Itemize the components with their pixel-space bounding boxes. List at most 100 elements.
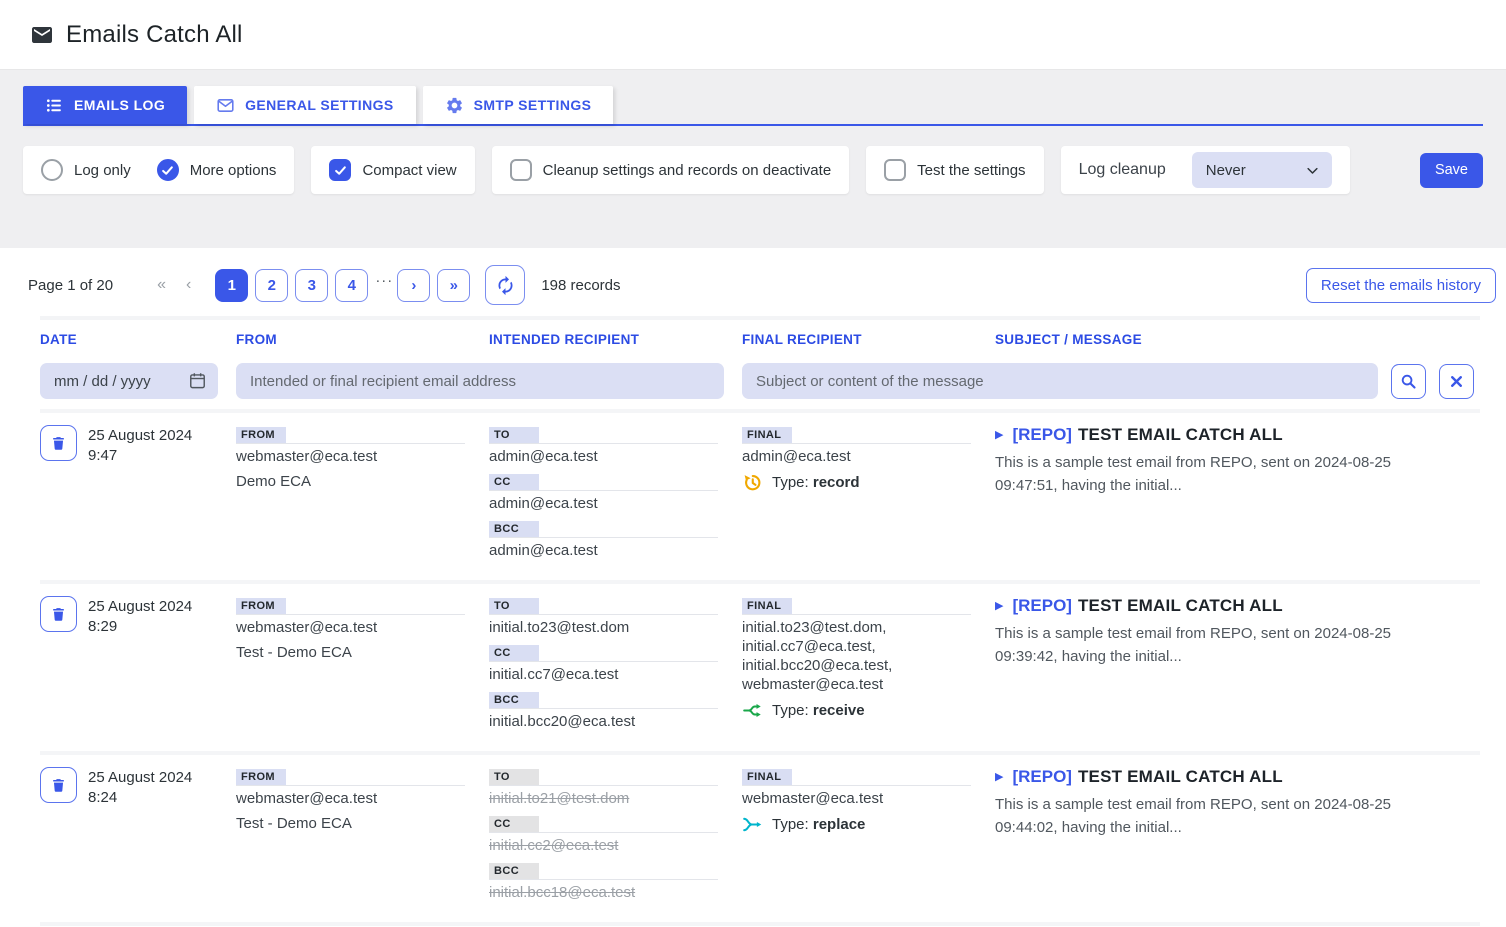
- date-filter-input[interactable]: [40, 363, 218, 399]
- compact-view-option[interactable]: Compact view: [329, 159, 457, 181]
- type-label: Type: replace: [772, 816, 866, 833]
- last-page-button[interactable]: »: [437, 268, 471, 302]
- message-excerpt: This is a sample test email from REPO, s…: [995, 796, 1392, 836]
- delete-row-button[interactable]: [40, 425, 77, 461]
- subject-filter-input[interactable]: [742, 363, 1378, 399]
- tab-smtp-settings[interactable]: SMTP SETTINGS: [422, 86, 614, 124]
- column-header-intended-recipient: INTENDED RECIPIENT: [489, 332, 640, 347]
- page-title: Emails Catch All: [66, 20, 243, 48]
- test-settings-option[interactable]: Test the settings: [884, 159, 1026, 181]
- from-email: webmaster@eca.test: [236, 448, 378, 465]
- subject-prefix: [REPO]: [1012, 596, 1072, 615]
- bcc-email: initial.bcc18@eca.test: [489, 884, 636, 901]
- cleanup-option[interactable]: Cleanup settings and records on deactiva…: [509, 159, 832, 181]
- app-header: Emails Catch All: [0, 0, 1506, 70]
- recipient-filter-input[interactable]: [236, 363, 724, 399]
- from-cell: FROM webmaster@eca.test Test - Demo ECA: [236, 767, 489, 908]
- final-recipient-cell: FINAL webmaster@eca.test Type: replace: [742, 767, 995, 908]
- table-header-row: DATE FROM INTENDED RECIPIENT FINAL RECIPIEN…: [40, 316, 1480, 363]
- log-only-radio[interactable]: [41, 159, 63, 181]
- log-cleanup-label: Log cleanup: [1078, 161, 1166, 178]
- cc-tag: CC: [489, 816, 539, 832]
- from-name: Test - Demo ECA: [236, 644, 352, 661]
- type-value: record: [812, 474, 860, 491]
- cc-tag: CC: [489, 645, 539, 661]
- final-tag: FINAL: [742, 769, 792, 785]
- intended-recipient-cell: TO initial.to21@test.dom CC initial.cc2@eca…: [489, 767, 742, 908]
- page-button-1[interactable]: 1: [215, 268, 249, 302]
- column-header-final-recipient: FINAL RECIPIENT: [742, 332, 862, 347]
- subject-line[interactable]: ▶ [REPO] TEST EMAIL CATCH ALL: [995, 425, 1456, 445]
- tab-emails-log[interactable]: EMAILS LOG: [23, 86, 188, 124]
- page-button-4[interactable]: 4: [335, 268, 369, 302]
- subject-line[interactable]: ▶ [REPO] TEST EMAIL CATCH ALL: [995, 596, 1456, 616]
- cc-email: initial.cc2@eca.test: [489, 837, 619, 854]
- final-email: webmaster@eca.test: [742, 790, 884, 807]
- tab-general-settings[interactable]: GENERAL SETTINGS: [194, 86, 416, 124]
- expand-triangle-icon[interactable]: ▶: [995, 599, 1003, 612]
- compact-view-checkbox[interactable]: [329, 159, 352, 181]
- cleanup-label: Cleanup settings and records on deactiva…: [542, 161, 832, 179]
- emails-table: DATE FROM INTENDED RECIPIENT FINAL RECIPIEN…: [0, 316, 1506, 927]
- merge-arrow-icon: [742, 814, 763, 835]
- expand-triangle-icon[interactable]: ▶: [995, 428, 1003, 441]
- final-email: initial.cc7@eca.test,: [742, 638, 876, 655]
- settings-toolbar: Log only More options Compact view Clean…: [23, 146, 1483, 194]
- chevron-down-icon: [1305, 163, 1320, 178]
- intended-recipient-cell: TO admin@eca.test CC admin@eca.test BCC admin…: [489, 425, 742, 566]
- final-email: initial.to23@test.dom,: [742, 619, 887, 636]
- bcc-tag: BCC: [489, 863, 539, 879]
- next-page-button[interactable]: ›: [397, 268, 431, 302]
- final-recipient-cell: FINAL initial.to23@test.dom, initial.cc7@e…: [742, 596, 995, 737]
- final-email: initial.bcc20@eca.test,: [742, 657, 893, 674]
- reset-history-button[interactable]: Reset the emails history: [1305, 267, 1496, 303]
- pagination-bar: Page 1 of 20 « ‹ 1234 ··· › » 198 record…: [0, 262, 1506, 308]
- from-tag: FROM: [236, 598, 286, 614]
- to-tag: TO: [489, 427, 539, 443]
- bcc-email: admin@eca.test: [489, 542, 598, 559]
- to-email: initial.to23@test.dom: [489, 619, 630, 636]
- page-buttons: 1234: [215, 268, 375, 302]
- log-only-label: Log only: [74, 161, 131, 179]
- more-options-option[interactable]: More options: [156, 159, 276, 181]
- subject-line[interactable]: ▶ [REPO] TEST EMAIL CATCH ALL: [995, 767, 1456, 787]
- column-header-from: FROM: [236, 332, 277, 347]
- more-options-radio[interactable]: [156, 159, 179, 181]
- cleanup-checkbox[interactable]: [509, 159, 532, 181]
- from-tag: FROM: [236, 769, 286, 785]
- email-rows: 25 August 2024 9:47 FROM webmaster@eca.test…: [40, 409, 1480, 927]
- tab-bar: EMAILS LOG GENERAL SETTINGS SMTP SETTINGS: [23, 86, 1483, 126]
- column-header-subject-message: SUBJECT / MESSAGE: [995, 332, 1142, 347]
- prev-page-button[interactable]: ‹: [176, 276, 201, 294]
- gear-icon: [445, 96, 464, 115]
- to-email: admin@eca.test: [489, 448, 598, 465]
- delete-row-button[interactable]: [40, 596, 77, 632]
- cleanup-card: Cleanup settings and records on deactiva…: [491, 146, 850, 194]
- trash-icon: [50, 606, 67, 623]
- first-page-button[interactable]: «: [147, 276, 176, 294]
- recipient-filter: [236, 363, 742, 399]
- tab-label: EMAILS LOG: [74, 97, 166, 113]
- page-button-3[interactable]: 3: [295, 268, 329, 302]
- filter-row: [40, 363, 1480, 399]
- message-excerpt: This is a sample test email from REPO, s…: [995, 625, 1392, 665]
- delete-row-button[interactable]: [40, 767, 77, 803]
- log-only-option[interactable]: Log only: [41, 159, 131, 181]
- save-button[interactable]: Save: [1419, 152, 1483, 188]
- log-cleanup-value: Never: [1205, 161, 1246, 179]
- time-text: 9:47: [88, 447, 118, 465]
- expand-triangle-icon[interactable]: ▶: [995, 770, 1003, 783]
- search-button[interactable]: [1391, 363, 1426, 399]
- log-cleanup-select[interactable]: Never: [1191, 152, 1332, 188]
- log-mode-card: Log only More options: [23, 146, 295, 194]
- table-row: 25 August 2024 9:47 FROM webmaster@eca.test…: [40, 409, 1480, 580]
- refresh-button[interactable]: [485, 265, 526, 305]
- test-settings-checkbox[interactable]: [884, 159, 907, 181]
- subject-title: TEST EMAIL CATCH ALL: [1077, 596, 1283, 615]
- date-text: 25 August 2024: [88, 769, 193, 786]
- from-cell: FROM webmaster@eca.test Test - Demo ECA: [236, 596, 489, 737]
- cc-email: admin@eca.test: [489, 495, 598, 512]
- clear-filters-button[interactable]: [1439, 363, 1474, 399]
- page-button-2[interactable]: 2: [255, 268, 289, 302]
- date-cell: 25 August 2024 8:24: [40, 767, 236, 908]
